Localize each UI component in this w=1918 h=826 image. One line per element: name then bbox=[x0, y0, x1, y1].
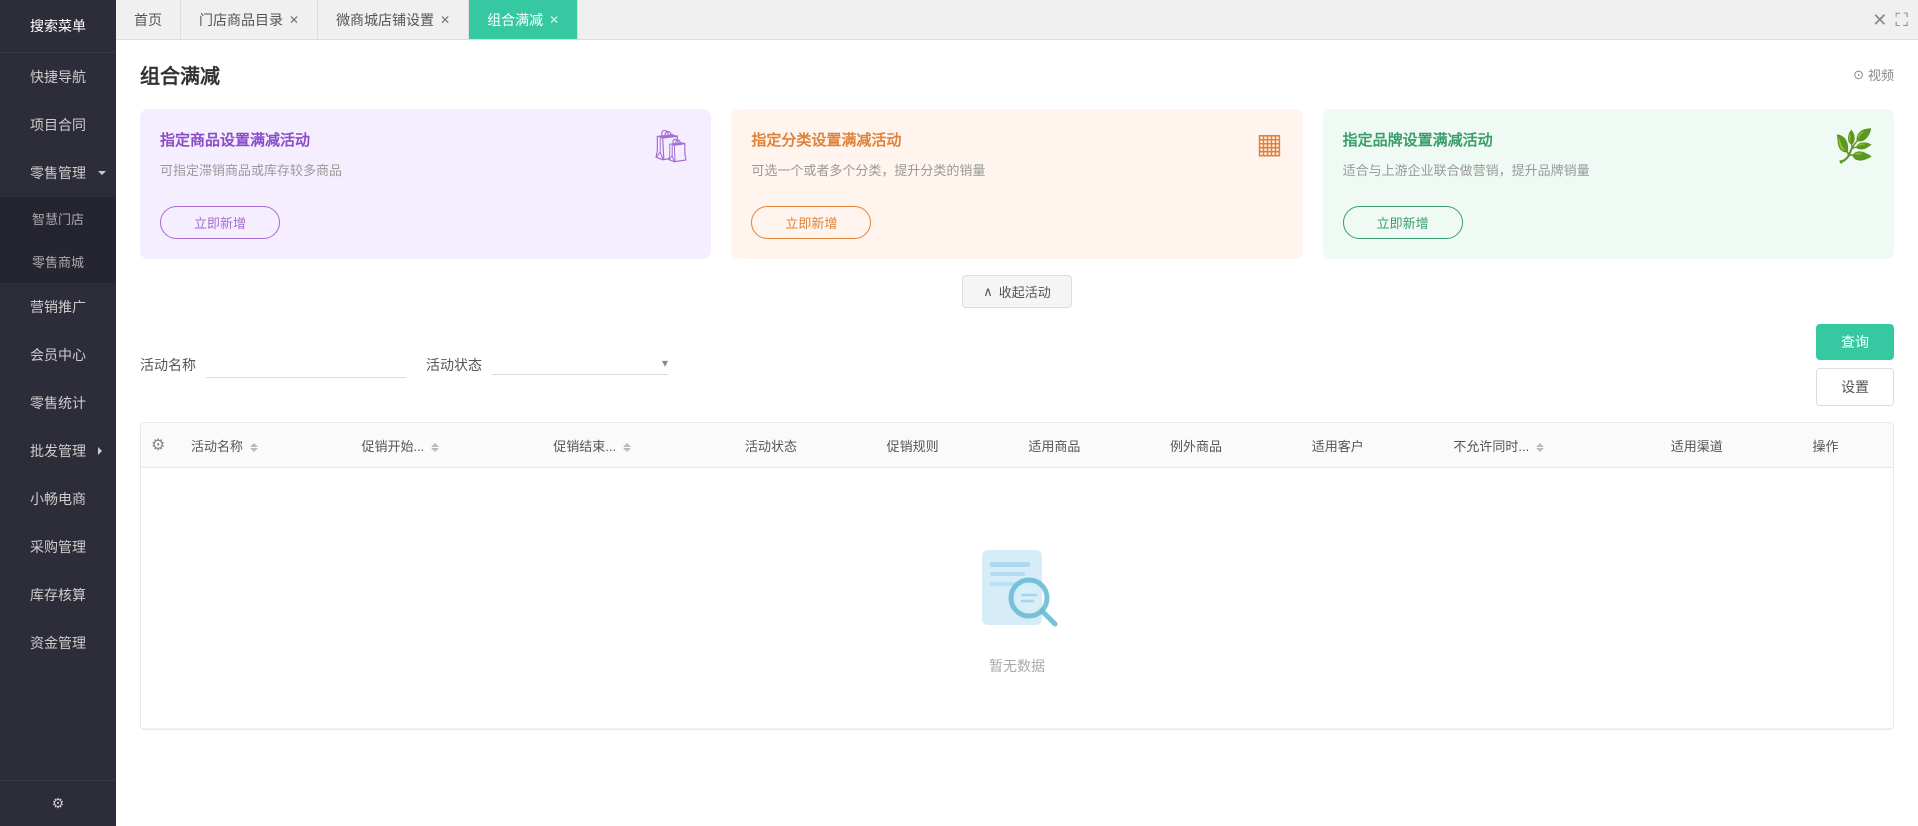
chevron-down-icon: ▾ bbox=[662, 356, 668, 370]
sidebar-settings-button[interactable]: ⚙ bbox=[0, 780, 116, 826]
activity-status-label: 活动状态 bbox=[426, 355, 482, 375]
sidebar-sub-item-retail-mall[interactable]: 零售商城 bbox=[0, 240, 116, 283]
tab-mini-store-settings-close[interactable]: ✕ bbox=[440, 13, 450, 27]
th-applicable-channel: 适用渠道 bbox=[1661, 423, 1803, 468]
sidebar-item-purchase-management[interactable]: 采购管理 bbox=[0, 523, 116, 571]
tab-store-catalog-label: 门店商品目录 bbox=[199, 10, 283, 30]
data-table: ⚙ 活动名称 促销开始... 促销结束... bbox=[141, 423, 1893, 729]
th-excluded-product: 例外商品 bbox=[1160, 423, 1302, 468]
th-start: 促销开始... bbox=[351, 423, 543, 468]
card-product-desc: 可指定滞销商品或库存较多商品 bbox=[160, 160, 691, 190]
card-category: ▦ 指定分类设置满减活动 可选一个或者多个分类，提升分类的销量 立即新增 bbox=[731, 109, 1302, 259]
empty-state: 暂无数据 bbox=[151, 480, 1883, 716]
sidebar-item-quick-nav[interactable]: 快捷导航 bbox=[0, 53, 116, 101]
activity-status-select[interactable]: ▾ bbox=[492, 356, 668, 375]
sort-not-allow-icon[interactable] bbox=[1536, 443, 1544, 452]
sidebar-item-project-contract[interactable]: 项目合同 bbox=[0, 101, 116, 149]
card-brand: 🌿 指定品牌设置满减活动 适合与上游企业联合做营销，提升品牌销量 立即新增 bbox=[1323, 109, 1894, 259]
sort-name-icon[interactable] bbox=[250, 443, 258, 452]
card-brand-add-button[interactable]: 立即新增 bbox=[1343, 206, 1463, 239]
sidebar-search[interactable]: 搜索菜单 bbox=[0, 0, 116, 53]
empty-state-row: 暂无数据 bbox=[141, 468, 1893, 729]
th-applicable-product: 适用商品 bbox=[1018, 423, 1160, 468]
table-settings-icon[interactable]: ⚙ bbox=[151, 437, 165, 454]
search-actions: 查询 设置 bbox=[1816, 324, 1894, 406]
collapse-bar: ∧ 收起活动 bbox=[140, 275, 1894, 308]
card-category-title: 指定分类设置满减活动 bbox=[751, 129, 1282, 150]
tab-store-catalog-close[interactable]: ✕ bbox=[289, 13, 299, 27]
sidebar-item-inventory-check[interactable]: 库存核算 bbox=[0, 571, 116, 619]
play-circle-icon: ⊙ bbox=[1853, 67, 1864, 83]
card-category-desc: 可选一个或者多个分类，提升分类的销量 bbox=[751, 160, 1282, 190]
close-window-icon[interactable]: ✕ bbox=[1872, 11, 1887, 29]
table-body: 暂无数据 bbox=[141, 468, 1893, 729]
main-area: 首页 门店商品目录 ✕ 微商城店铺设置 ✕ 组合满减 ✕ ✕ ⛶ 组合满减 ⊙ … bbox=[116, 0, 1918, 826]
th-end: 促销结束... bbox=[543, 423, 735, 468]
settings-icon: ⚙ bbox=[52, 795, 65, 811]
sidebar-item-retail-stats[interactable]: 零售统计 bbox=[0, 379, 116, 427]
th-operation: 操作 bbox=[1802, 423, 1893, 468]
tab-mini-store-settings[interactable]: 微商城店铺设置 ✕ bbox=[318, 0, 469, 39]
sidebar-item-wholesale-management[interactable]: 批发管理 bbox=[0, 427, 116, 475]
tab-combo-discount-close[interactable]: ✕ bbox=[549, 13, 559, 27]
empty-state-cell: 暂无数据 bbox=[141, 468, 1893, 729]
card-brand-title: 指定品牌设置满减活动 bbox=[1343, 129, 1874, 150]
th-not-allow-simultaneous: 不允许同时... bbox=[1443, 423, 1660, 468]
tab-home[interactable]: 首页 bbox=[116, 0, 181, 39]
activity-name-input[interactable] bbox=[206, 353, 406, 378]
empty-text: 暂无数据 bbox=[989, 656, 1045, 676]
tab-store-catalog[interactable]: 门店商品目录 ✕ bbox=[181, 0, 318, 39]
tab-bar: 首页 门店商品目录 ✕ 微商城店铺设置 ✕ 组合满减 ✕ ✕ ⛶ bbox=[116, 0, 1918, 40]
tab-home-label: 首页 bbox=[134, 10, 162, 30]
sort-end-icon[interactable] bbox=[623, 443, 631, 452]
activity-name-label: 活动名称 bbox=[140, 355, 196, 375]
cards-row: 🛍 指定商品设置满减活动 可指定滞销商品或库存较多商品 立即新增 ▦ 指定分类设… bbox=[140, 109, 1894, 259]
tab-controls: ✕ ⛶ bbox=[1872, 11, 1918, 29]
th-name: 活动名称 bbox=[181, 423, 351, 468]
data-table-wrapper: ⚙ 活动名称 促销开始... 促销结束... bbox=[140, 422, 1894, 730]
video-link[interactable]: ⊙ 视频 bbox=[1853, 65, 1894, 84]
th-applicable-customer: 适用客户 bbox=[1302, 423, 1444, 468]
card-category-icon: ▦ bbox=[1256, 127, 1282, 160]
th-rule: 促销规则 bbox=[877, 423, 1019, 468]
sidebar-item-marketing[interactable]: 营销推广 bbox=[0, 283, 116, 331]
sort-start-icon[interactable] bbox=[431, 443, 439, 452]
sidebar-item-member-center[interactable]: 会员中心 bbox=[0, 331, 116, 379]
card-brand-desc: 适合与上游企业联合做营销，提升品牌销量 bbox=[1343, 160, 1874, 190]
card-brand-icon: 🌿 bbox=[1834, 127, 1874, 165]
card-product-icon: 🛍 bbox=[651, 127, 692, 165]
page-content: 组合满减 ⊙ 视频 🛍 指定商品设置满减活动 可指定滞销商品或库存较多商品 立即… bbox=[116, 40, 1918, 826]
card-product-title: 指定商品设置满减活动 bbox=[160, 129, 691, 150]
chevron-up-icon: ∧ bbox=[983, 284, 993, 300]
sidebar-item-fund-management[interactable]: 资金管理 bbox=[0, 619, 116, 667]
query-button[interactable]: 查询 bbox=[1816, 324, 1894, 360]
sidebar-sub-item-smart-store[interactable]: 智慧门店 bbox=[0, 197, 116, 240]
settings-button[interactable]: 设置 bbox=[1816, 368, 1894, 406]
sidebar: 搜索菜单 快捷导航 项目合同 零售管理 智慧门店 零售商城 营销推广 会员中心 … bbox=[0, 0, 116, 826]
fullscreen-icon[interactable]: ⛶ bbox=[1895, 11, 1908, 29]
activity-name-field: 活动名称 bbox=[140, 353, 406, 378]
tab-mini-store-settings-label: 微商城店铺设置 bbox=[336, 10, 434, 30]
search-bar: 活动名称 活动状态 ▾ 查询 设置 bbox=[140, 324, 1894, 406]
page-title: 组合满减 bbox=[140, 60, 220, 89]
card-product-add-button[interactable]: 立即新增 bbox=[160, 206, 280, 239]
tab-combo-discount[interactable]: 组合满减 ✕ bbox=[469, 0, 578, 39]
sidebar-item-retail-management[interactable]: 零售管理 bbox=[0, 149, 116, 197]
table-header: ⚙ 活动名称 促销开始... 促销结束... bbox=[141, 423, 1893, 468]
collapse-btn-label: 收起活动 bbox=[999, 282, 1051, 301]
video-link-label: 视频 bbox=[1868, 65, 1894, 84]
collapse-activities-button[interactable]: ∧ 收起活动 bbox=[962, 275, 1072, 308]
activity-status-field: 活动状态 ▾ bbox=[426, 355, 668, 375]
th-status: 活动状态 bbox=[735, 423, 877, 468]
sidebar-item-small-ecommerce[interactable]: 小畅电商 bbox=[0, 475, 116, 523]
empty-illustration bbox=[957, 540, 1077, 640]
th-settings: ⚙ bbox=[141, 423, 181, 468]
card-product: 🛍 指定商品设置满减活动 可指定滞销商品或库存较多商品 立即新增 bbox=[140, 109, 711, 259]
table-header-row: ⚙ 活动名称 促销开始... 促销结束... bbox=[141, 423, 1893, 468]
page-header: 组合满减 ⊙ 视频 bbox=[140, 60, 1894, 89]
tab-combo-discount-label: 组合满减 bbox=[487, 10, 543, 30]
card-category-add-button[interactable]: 立即新增 bbox=[751, 206, 871, 239]
